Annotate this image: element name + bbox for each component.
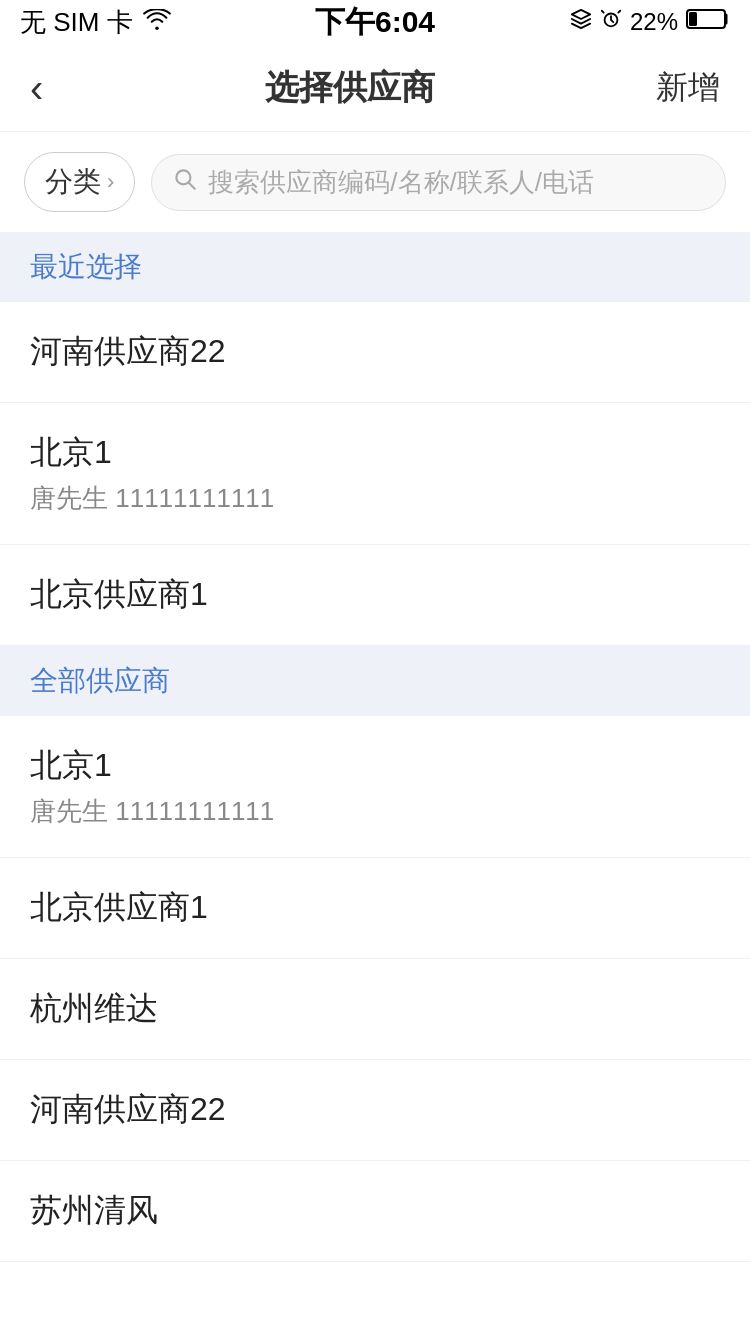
nav-bar: ‹ 选择供应商 新增 <box>0 44 750 132</box>
status-bar: 无 SIM 卡 下午6:04 22% <box>0 0 750 44</box>
list-item[interactable]: 苏州清风 <box>0 1161 750 1262</box>
battery-icon <box>686 8 730 36</box>
add-button[interactable]: 新增 <box>656 66 720 110</box>
all-section-label: 全部供应商 <box>30 665 170 696</box>
item-name: 河南供应商22 <box>30 1088 720 1132</box>
search-icon <box>172 166 198 199</box>
item-name: 北京1 <box>30 744 720 788</box>
recent-section-label: 最近选择 <box>30 251 142 282</box>
list-item[interactable]: 北京供应商1 <box>0 545 750 646</box>
recent-section-header: 最近选择 <box>0 232 750 302</box>
back-button[interactable]: ‹ <box>30 68 43 108</box>
recent-list: 河南供应商22 北京1 唐先生 11111111111 北京供应商1 <box>0 302 750 646</box>
item-name: 杭州维达 <box>30 987 720 1031</box>
location-icon <box>570 8 592 36</box>
all-section-header: 全部供应商 <box>0 646 750 716</box>
list-item[interactable]: 北京1 唐先生 11111111111 <box>0 716 750 858</box>
status-right: 22% <box>570 8 730 36</box>
item-sub: 唐先生 11111111111 <box>30 481 720 516</box>
svg-rect-2 <box>689 12 697 26</box>
item-sub: 唐先生 11111111111 <box>30 794 720 829</box>
wifi-icon <box>143 7 171 38</box>
carrier-text: 无 SIM 卡 <box>20 5 133 40</box>
list-item[interactable]: 北京供应商1 <box>0 858 750 959</box>
category-label: 分类 <box>45 163 101 201</box>
list-item[interactable]: 杭州维达 <box>0 959 750 1060</box>
search-placeholder: 搜索供应商编码/名称/联系人/电话 <box>208 165 594 200</box>
list-item[interactable]: 北京1 唐先生 11111111111 <box>0 403 750 545</box>
list-item[interactable]: 河南供应商22 <box>0 302 750 403</box>
item-name: 北京供应商1 <box>30 573 720 617</box>
filter-bar: 分类 › 搜索供应商编码/名称/联系人/电话 <box>0 132 750 232</box>
status-left: 无 SIM 卡 <box>20 5 171 40</box>
category-button[interactable]: 分类 › <box>24 152 135 212</box>
search-box[interactable]: 搜索供应商编码/名称/联系人/电话 <box>151 154 726 211</box>
item-name: 北京1 <box>30 431 720 475</box>
all-list: 北京1 唐先生 11111111111 北京供应商1 杭州维达河南供应商22 苏州清风 <box>0 716 750 1262</box>
chevron-right-icon: › <box>107 169 114 195</box>
status-time: 下午6:04 <box>315 2 435 43</box>
alarm-icon <box>600 8 622 36</box>
list-item[interactable]: 河南供应商22 <box>0 1060 750 1161</box>
battery-text: 22% <box>630 8 678 36</box>
page-title: 选择供应商 <box>265 65 435 111</box>
item-name: 北京供应商1 <box>30 886 720 930</box>
item-name: 苏州清风 <box>30 1189 720 1233</box>
item-name: 河南供应商22 <box>30 330 720 374</box>
